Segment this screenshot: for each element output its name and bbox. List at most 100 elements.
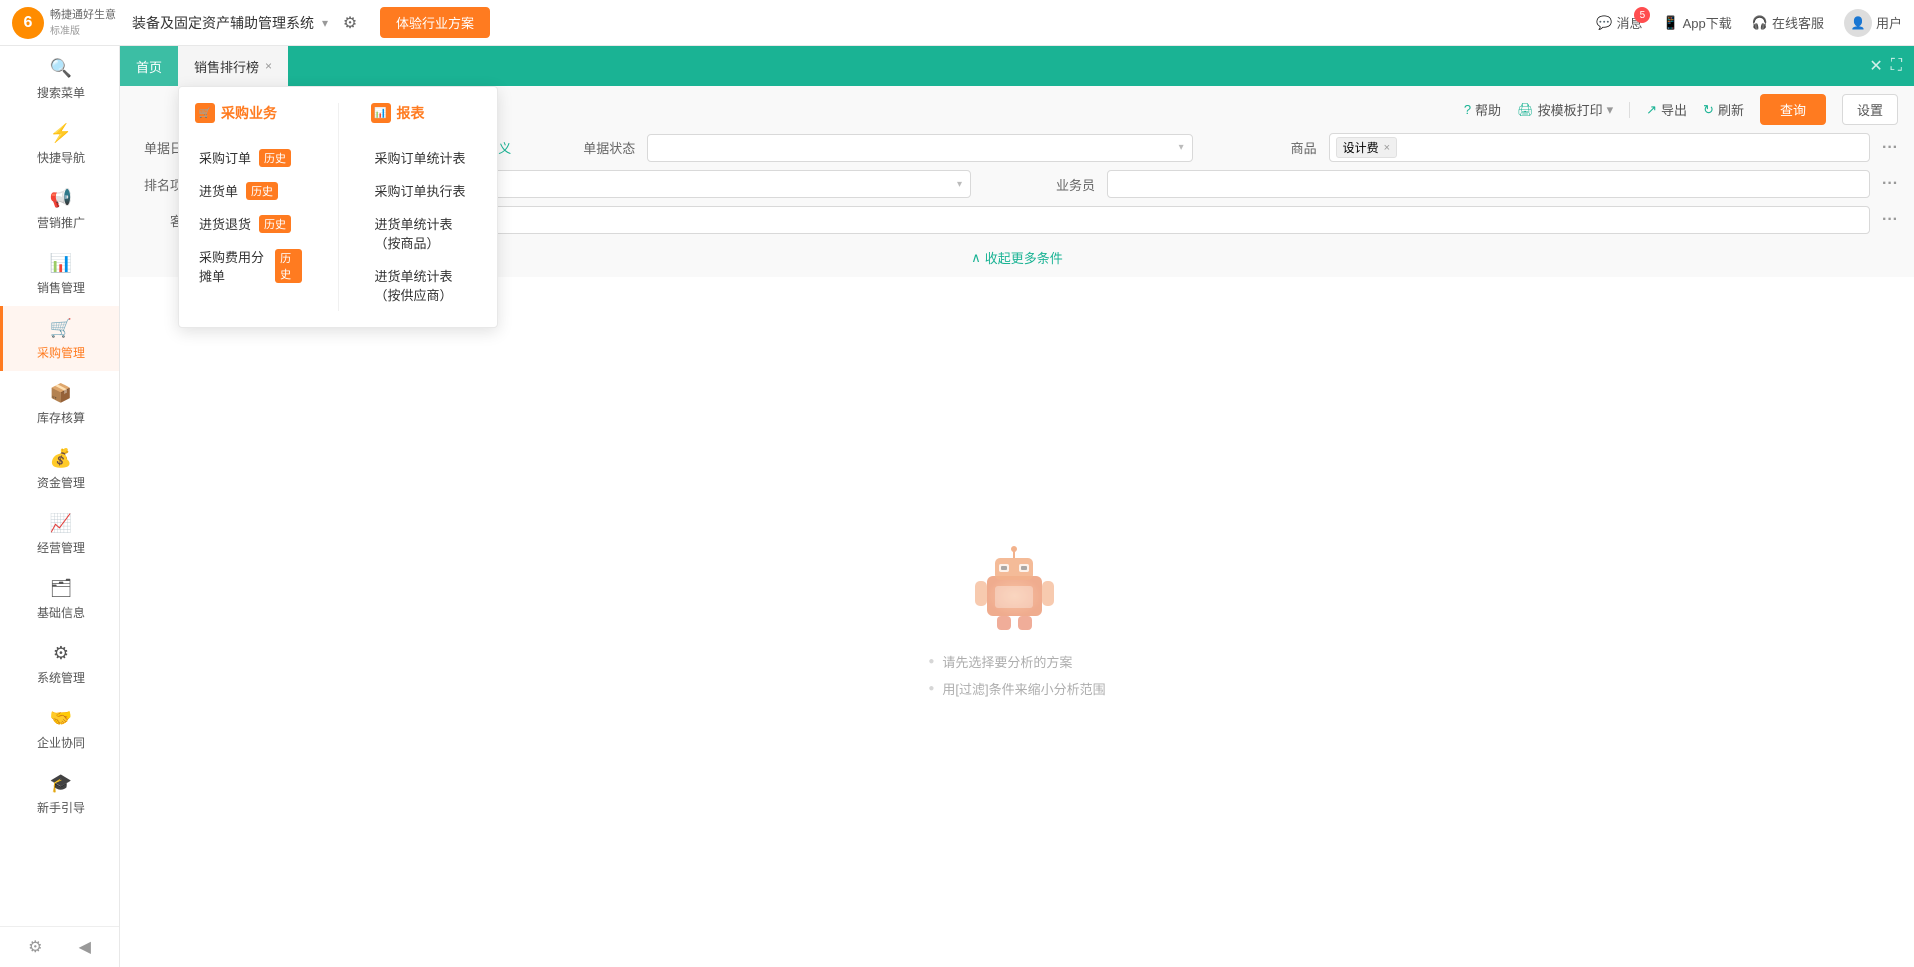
purchase-dropdown-menu: 🛒 采购业务 采购订单 历史 进货单 历史 进货退货	[178, 86, 498, 328]
goods-dots-btn[interactable]: ···	[1882, 139, 1898, 157]
app-download-btn[interactable]: 📱 App下载	[1662, 13, 1731, 32]
print-icon: 🖨	[1517, 102, 1534, 118]
app-download-label: App下载	[1683, 13, 1732, 32]
collapse-btn[interactable]: ∧ 收起更多条件	[971, 248, 1063, 267]
dropdown-item-goods-by-supplier[interactable]: 进货单统计表（按供应商）	[371, 259, 482, 311]
goods-tags[interactable]: 设计费 ×	[1329, 133, 1870, 162]
print-dropdown-arrow[interactable]: ▾	[1607, 102, 1614, 118]
user-avatar: 👤	[1844, 9, 1872, 37]
marketing-icon: 📢	[49, 186, 73, 210]
sidebar-item-collab[interactable]: 🤝 企业协同	[0, 696, 119, 761]
sidebar-item-quicknav[interactable]: ⚡ 快捷导航	[0, 111, 119, 176]
sidebar-item-system[interactable]: ⚙ 系统管理	[0, 631, 119, 696]
goods-tag-label: 设计费	[1343, 139, 1379, 156]
history-badge-purchase-order: 历史	[259, 149, 291, 167]
notification-badge: 5	[1634, 7, 1650, 23]
refresh-btn[interactable]: ↻ 刷新	[1703, 100, 1744, 119]
customer-dots-btn[interactable]: ···	[1882, 211, 1898, 229]
tab-close-icon[interactable]: ×	[265, 59, 272, 73]
sidebar-label-newbie: 新手引导	[37, 799, 85, 816]
empty-illustration	[967, 546, 1067, 636]
export-btn[interactable]: ↗ 导出	[1646, 100, 1687, 119]
help-btn[interactable]: ? 帮助	[1464, 100, 1501, 119]
dropdown-label-purchase-expense: 采购费用分摊单	[199, 247, 267, 285]
online-service-btn[interactable]: 🎧 在线客服	[1752, 13, 1824, 32]
industry-btn[interactable]: 体验行业方案	[380, 7, 490, 38]
salesperson-input[interactable]	[1107, 170, 1870, 198]
report-section: 📊 报表 采购订单统计表 采购订单执行表 进货单统计表（按商品）	[371, 103, 482, 311]
dropdown-item-goods-receipt[interactable]: 进货单 历史	[195, 174, 306, 207]
sidebar-item-purchase[interactable]: 🛒 采购管理	[0, 306, 119, 371]
purchase-icon: 🛒	[49, 316, 73, 340]
dropdown-label-purchase-order-exec: 采购订单执行表	[375, 181, 466, 200]
finance-icon: 💰	[49, 446, 73, 470]
print-label: 按模板打印	[1538, 100, 1603, 119]
status-label: 单据状态	[575, 138, 635, 157]
purchase-section-icon: 🛒	[195, 103, 215, 123]
history-badge-purchase-expense: 历史	[275, 249, 301, 283]
sidebar-item-operations[interactable]: 📈 经营管理	[0, 501, 119, 566]
refresh-icon: ↻	[1703, 102, 1714, 118]
sidebar-settings-icon[interactable]: ⚙	[28, 937, 42, 957]
dropdown-item-purchase-expense[interactable]: 采购费用分摊单 历史	[195, 240, 306, 292]
query-btn[interactable]: 查询	[1760, 94, 1826, 125]
main-layout: 🔍 搜索菜单 ⚡ 快捷导航 📢 营销推广 📊 销售管理 🛒 采购管理 📦 库存核…	[0, 46, 1914, 967]
sidebar-item-marketing[interactable]: 📢 营销推广	[0, 176, 119, 241]
phone-icon: 📱	[1662, 15, 1678, 31]
app-title: 装备及固定资产辅助管理系统	[132, 13, 314, 33]
tab-maximize-icon[interactable]: ⛶	[1891, 57, 1902, 75]
dropdown-item-purchase-order[interactable]: 采购订单 历史	[195, 141, 306, 174]
goods-tag-close[interactable]: ×	[1384, 142, 1390, 154]
inventory-icon: 📦	[49, 381, 73, 405]
empty-tip-1: 请先选择要分析的方案	[928, 652, 1105, 671]
sidebar-label-inventory: 库存核算	[37, 409, 85, 426]
quicknav-icon: ⚡	[49, 121, 73, 145]
sidebar-item-sales[interactable]: 📊 销售管理	[0, 241, 119, 306]
sales-icon: 📊	[49, 251, 73, 275]
app-title-dropdown-icon[interactable]: ▾	[322, 16, 328, 30]
rank-arrow: ▾	[957, 179, 962, 190]
help-label: 帮助	[1475, 100, 1501, 119]
content-area: 首页 销售排行榜 × 🛒 采购业务 采购订单 历史	[120, 46, 1914, 967]
sidebar-item-finance[interactable]: 💰 资金管理	[0, 436, 119, 501]
refresh-label: 刷新	[1718, 100, 1744, 119]
user-area[interactable]: 👤 用户	[1844, 9, 1902, 37]
status-select[interactable]: ▾	[647, 134, 1192, 162]
print-btn[interactable]: 🖨 按模板打印 ▾	[1517, 100, 1613, 119]
tab-home[interactable]: 首页	[120, 46, 178, 86]
empty-text: 请先选择要分析的方案 用[过滤]条件来缩小分析范围	[928, 652, 1105, 698]
sidebar: 🔍 搜索菜单 ⚡ 快捷导航 📢 营销推广 📊 销售管理 🛒 采购管理 📦 库存核…	[0, 46, 120, 967]
settings-btn[interactable]: 设置	[1842, 94, 1898, 125]
dropdown-label-goods-return: 进货退货	[199, 214, 251, 233]
settings-icon-btn[interactable]: ⚙	[336, 9, 364, 37]
dropdown-label-goods-by-supplier: 进货单统计表（按供应商）	[375, 266, 478, 304]
sidebar-item-basicinfo[interactable]: 🗂 基础信息	[0, 566, 119, 631]
tab-sales-ranking[interactable]: 销售排行榜 × 🛒 采购业务 采购订单 历史 进货单	[178, 46, 288, 86]
message-btn[interactable]: 💬 消息 5	[1596, 13, 1642, 32]
status-arrow: ▾	[1179, 142, 1184, 153]
sidebar-item-search[interactable]: 🔍 搜索菜单	[0, 46, 119, 111]
export-label: 导出	[1661, 100, 1687, 119]
sidebar-item-inventory[interactable]: 📦 库存核算	[0, 371, 119, 436]
dropdown-item-purchase-order-exec[interactable]: 采购订单执行表	[371, 174, 482, 207]
toolbar-divider1	[1629, 102, 1630, 118]
goods-tag-chip: 设计费 ×	[1336, 137, 1397, 158]
header-right: 💬 消息 5 📱 App下载 🎧 在线客服 👤 用户	[1596, 9, 1902, 37]
app-title-area: 装备及固定资产辅助管理系统 ▾ ⚙ 体验行业方案	[132, 7, 1596, 38]
logo-text-block: 畅捷通好生意 标准版	[50, 8, 116, 37]
dropdown-item-goods-return[interactable]: 进货退货 历史	[195, 207, 306, 240]
operations-icon: 📈	[49, 511, 73, 535]
dropdown-item-goods-by-product[interactable]: 进货单统计表（按商品）	[371, 207, 482, 259]
sidebar-collapse-icon[interactable]: ◀	[79, 937, 91, 957]
headset-icon: 🎧	[1752, 15, 1768, 31]
history-badge-goods-receipt: 历史	[246, 182, 278, 200]
sidebar-item-newbie[interactable]: 🎓 新手引导	[0, 761, 119, 826]
tab-bar-right: ✕ ⛶	[1869, 56, 1914, 76]
salesperson-dots-btn[interactable]: ···	[1882, 175, 1898, 193]
dropdown-divider	[338, 103, 339, 311]
search-icon: 🔍	[49, 56, 73, 80]
dropdown-item-purchase-order-report[interactable]: 采购订单统计表	[371, 141, 482, 174]
logo-text: 畅捷通好生意	[50, 8, 116, 22]
tab-close-all-icon[interactable]: ✕	[1869, 56, 1882, 76]
report-section-title: 📊 报表	[371, 103, 482, 129]
